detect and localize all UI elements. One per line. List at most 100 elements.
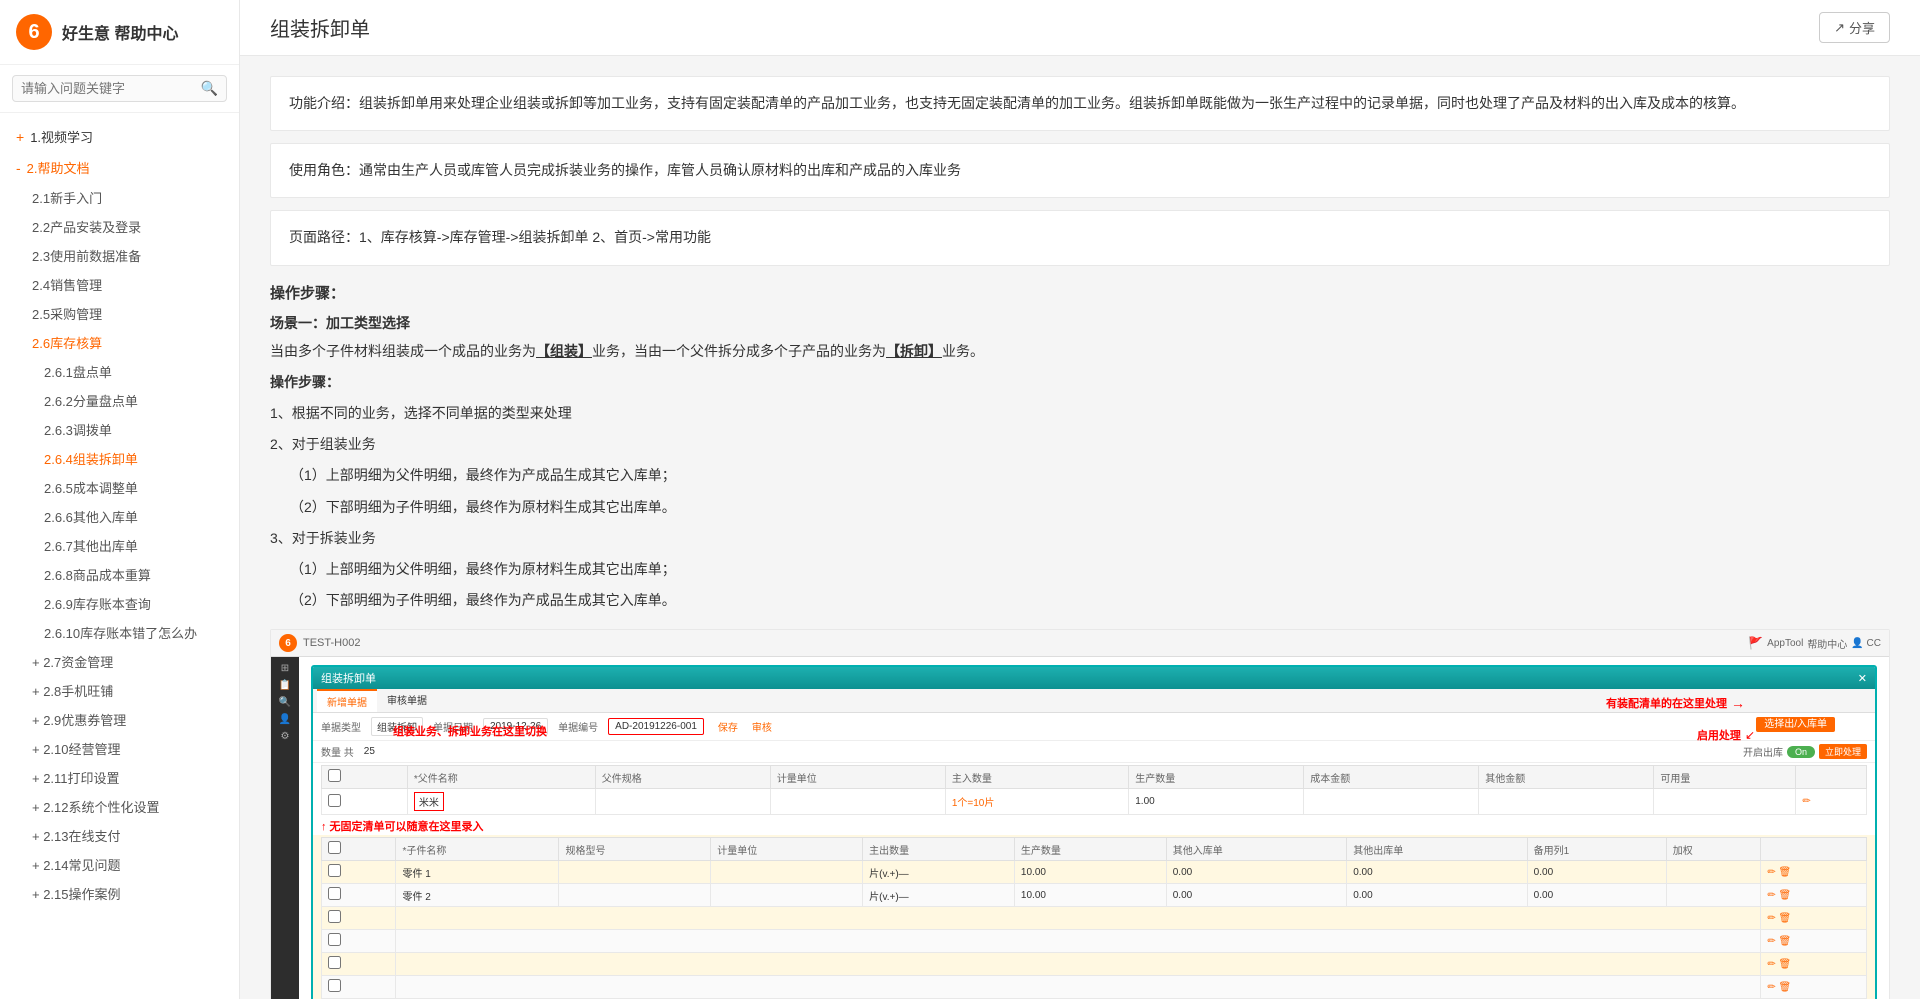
sidebar-item-2-11[interactable]: + 2.11打印设置: [0, 763, 239, 792]
sim-th-action: [1796, 766, 1867, 789]
sim-inner-titlebar: 组装拆卸单 ✕: [313, 667, 1875, 689]
sim-tab-review[interactable]: 审核单据: [377, 689, 437, 712]
sidebar: 6 好生意 帮助中心 🔍 + 1.视频学习 - 2.帮助文档 2.1新手入门 2…: [0, 0, 240, 999]
annotation-1: 有装配清单的在这里处理 →: [1606, 695, 1745, 711]
annotation-4-arrow: ↙: [1745, 728, 1755, 742]
sim-lth-select: [322, 838, 396, 861]
search-area: 🔍: [0, 65, 239, 113]
step-3-1: （1）上部明细为父件明细，最终作为原材料生成其它出库单；: [270, 557, 1890, 582]
sim-lower-select-all[interactable]: [328, 841, 341, 854]
sidebar-item-2-6-7[interactable]: 2.6.7其他出库单: [0, 531, 239, 560]
sidebar-item-2-6-5[interactable]: 2.6.5成本调整单: [0, 473, 239, 502]
sim-td-inqty: 1个=10片: [945, 789, 1128, 815]
sidebar-item-2-6-9[interactable]: 2.6.9库存账本查询: [0, 589, 239, 618]
sim-lower-check-2[interactable]: [328, 887, 341, 900]
sim-th-prodqty: 生产数量: [1129, 766, 1304, 789]
sidebar-item-2-6-8[interactable]: 2.6.8商品成本重算: [0, 560, 239, 589]
expand-icon-1: +: [16, 129, 24, 145]
sidebar-item-2-14[interactable]: + 2.14常见问题: [0, 850, 239, 879]
search-icon[interactable]: 🔍: [201, 80, 218, 97]
sidebar-item-2-12[interactable]: + 2.12系统个性化设置: [0, 792, 239, 821]
sidebar-item-2-15[interactable]: + 2.15操作案例: [0, 879, 239, 908]
sidebar-item-2-9[interactable]: + 2.9优惠券管理: [0, 705, 239, 734]
share-button[interactable]: ↗ 分享: [1819, 12, 1890, 43]
sim-body: ⊞ 📋 🔍 👤 ⚙ 组装拆卸单 ✕: [271, 657, 1889, 999]
sidebar-item-2-10[interactable]: + 2.10经营管理: [0, 734, 239, 763]
sim-help-icon: 帮助中心: [1807, 636, 1847, 651]
sim-left-icon-bar: ⊞ 📋 🔍 👤 ⚙: [271, 657, 299, 999]
sim-review-btn[interactable]: 审核: [752, 719, 772, 734]
search-box: 🔍: [12, 75, 227, 102]
sim-save-btn[interactable]: 保存: [718, 719, 738, 734]
sim-td-name: 米米: [407, 789, 595, 815]
sidebar-item-2-2[interactable]: 2.2产品安装及登录: [0, 212, 239, 241]
sidebar-item-2-4[interactable]: 2.4销售管理: [0, 270, 239, 299]
sim-inner-content: 组装拆卸单 ✕ 新增单据 审核单据 单据类型 组装拆卸: [299, 657, 1889, 999]
sim-td-edit[interactable]: ✏: [1796, 789, 1867, 815]
sim-lower-check-6[interactable]: [328, 979, 341, 992]
sim-th-select: [322, 766, 408, 789]
step-2: 2、对于组装业务: [270, 432, 1890, 457]
sim-count-value: 25: [364, 746, 375, 757]
sim-num-input[interactable]: AD-20191226-001: [608, 718, 704, 735]
table-row: ✏ 🗑: [322, 953, 1867, 976]
sim-td-cost: [1304, 789, 1479, 815]
sim-select-all-check[interactable]: [328, 769, 341, 782]
sim-tab-new[interactable]: 新增单据: [317, 689, 377, 712]
steps-label: 操作步骤：: [270, 370, 1890, 395]
sim-titlebar: 6 TEST-H002 🚩 AppTool 帮助中心 👤 CC: [271, 630, 1889, 657]
sidebar-item-2-3[interactable]: 2.3使用前数据准备: [0, 241, 239, 270]
sim-window-title: 组装拆卸单: [321, 670, 376, 686]
sim-td-prodqty: 1.00: [1129, 789, 1304, 815]
sidebar-item-2-7[interactable]: + 2.7资金管理: [0, 647, 239, 676]
logo-area: 6 好生意 帮助中心: [0, 0, 239, 65]
sim-name-input[interactable]: 米米: [414, 792, 444, 811]
sim-toggle-on[interactable]: On: [1787, 746, 1815, 758]
sim-screen: 6 TEST-H002 🚩 AppTool 帮助中心 👤 CC ⊞ 📋: [271, 630, 1889, 999]
sim-select-btn-label[interactable]: 选择出/入库单: [1756, 717, 1835, 732]
sidebar-item-2-6-6[interactable]: 2.6.6其他入库单: [0, 502, 239, 531]
sim-row-check-1[interactable]: [328, 794, 341, 807]
main: 组装拆卸单 ↗ 分享 功能介绍：组装拆卸单用来处理企业组装或拆卸等加工业务，支持…: [240, 0, 1920, 999]
content-area: 功能介绍：组装拆卸单用来处理企业组装或拆卸等加工业务，支持有固定装配清单的产品加…: [240, 56, 1920, 999]
search-input[interactable]: [21, 81, 201, 96]
sim-upper-table-header: *父件名称 父件规格 计量单位 主入数量 生产数量 成本金额 其他金额 可用量: [322, 766, 1867, 789]
sim-lower-check-4[interactable]: [328, 933, 341, 946]
sim-lower-table-area: *子件名称 规格型号 计量单位 主出数量 生产数量 其他入库单 其他出库单 备用…: [313, 835, 1875, 999]
sim-lower-check-5[interactable]: [328, 956, 341, 969]
sim-icon-search: 🔍: [279, 697, 291, 708]
sim-breadcrumb: TEST-H002: [303, 637, 1742, 649]
sim-lower-check-1[interactable]: [328, 864, 341, 877]
scenario1-desc: 当由多个子件材料组装成一个成品的业务为【组装】业务，当由一个父件拆分成多个子产品…: [270, 339, 1890, 364]
sidebar-item-2-8[interactable]: + 2.8手机旺铺: [0, 676, 239, 705]
topbar: 组装拆卸单 ↗ 分享: [240, 0, 1920, 56]
sim-lth-outodr: 其他出库单: [1347, 838, 1527, 861]
sim-lower-check-3[interactable]: [328, 910, 341, 923]
page-path-block: 页面路径：1、库存核算->库存管理->组装拆卸单 2、首页->常用功能: [270, 210, 1890, 265]
annotation-1-text: 有装配清单的在这里处理: [1606, 695, 1727, 711]
sim-user-icon: 👤 CC: [1851, 638, 1881, 649]
sidebar-item-2-6-2[interactable]: 2.6.2分量盘点单: [0, 386, 239, 415]
sidebar-item-2-5[interactable]: 2.5采购管理: [0, 299, 239, 328]
sim-form-header: 单据类型 组装拆卸 单据日期 2019-12-26 单据编号 AD-201912…: [313, 713, 1875, 741]
sidebar-item-2-6-1[interactable]: 2.6.1盘点单: [0, 357, 239, 386]
sidebar-item-2-6-4[interactable]: 2.6.4组装拆卸单: [0, 444, 239, 473]
sidebar-item-1[interactable]: + 1.视频学习: [0, 121, 239, 152]
sim-confirm-btn[interactable]: 立即处理: [1819, 744, 1867, 759]
sidebar-item-2-1[interactable]: 2.1新手入门: [0, 183, 239, 212]
expand-icon-2: -: [16, 160, 21, 176]
sidebar-item-2-6[interactable]: 2.6库存核算: [0, 328, 239, 357]
function-intro-block: 功能介绍：组装拆卸单用来处理企业组装或拆卸等加工业务，支持有固定装配清单的产品加…: [270, 76, 1890, 131]
table-row: ✏ 🗑: [322, 907, 1867, 930]
page-path-text: 页面路径：1、库存核算->库存管理->组装拆卸单 2、首页->常用功能: [289, 229, 711, 245]
sidebar-item-2-6-10[interactable]: 2.6.10库存账本错了怎么办: [0, 618, 239, 647]
table-row: 零件 1 片(v.+)— 10.00 0.00 0.00 0.00: [322, 861, 1867, 884]
user-role-text: 使用角色：通常由生产人员或库管人员完成拆装业务的操作，库管人员确认原材料的出库和…: [289, 162, 961, 178]
sim-lower-table: *子件名称 规格型号 计量单位 主出数量 生产数量 其他入库单 其他出库单 备用…: [321, 837, 1867, 999]
sidebar-item-2-13[interactable]: + 2.13在线支付: [0, 821, 239, 850]
sidebar-item-2-6-3[interactable]: 2.6.3调拨单: [0, 415, 239, 444]
sim-th-inqty: 主入数量: [945, 766, 1128, 789]
sim-enable-area: 开启出库 On 立即处理: [1743, 744, 1867, 759]
sim-lth-spec: 规格型号: [559, 838, 711, 861]
sidebar-item-2[interactable]: - 2.帮助文档: [0, 152, 239, 183]
